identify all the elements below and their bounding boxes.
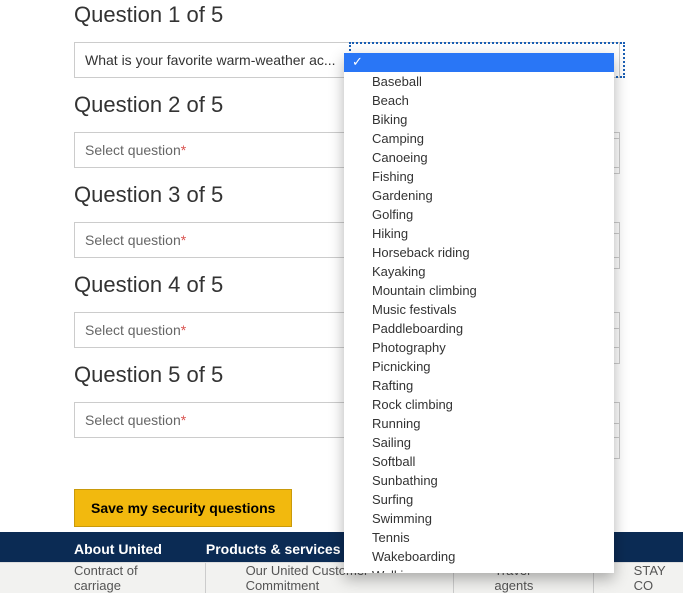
dropdown-option[interactable]: Fishing <box>344 167 614 186</box>
dropdown-option[interactable]: Kayaking <box>344 262 614 281</box>
dropdown-option[interactable]: Music festivals <box>344 300 614 319</box>
dropdown-option[interactable]: Paddleboarding <box>344 319 614 338</box>
dropdown-option[interactable]: Running <box>344 414 614 433</box>
dropdown-option[interactable]: Sunbathing <box>344 471 614 490</box>
dropdown-option[interactable]: Biking <box>344 110 614 129</box>
dropdown-option[interactable]: Horseback riding <box>344 243 614 262</box>
answer-dropdown[interactable]: BaseballBeachBikingCampingCanoeingFishin… <box>344 53 614 573</box>
dropdown-option[interactable]: Golfing <box>344 205 614 224</box>
question-select-text: Select question <box>85 142 181 158</box>
dropdown-option[interactable]: Rafting <box>344 376 614 395</box>
dropdown-option[interactable]: Tennis <box>344 528 614 547</box>
dropdown-option[interactable]: Mountain climbing <box>344 281 614 300</box>
question-title: Question 1 of 5 <box>74 2 620 28</box>
dropdown-option[interactable]: Rock climbing <box>344 395 614 414</box>
dropdown-option[interactable]: Picnicking <box>344 357 614 376</box>
dropdown-option[interactable]: Baseball <box>344 72 614 91</box>
dropdown-option[interactable] <box>344 53 614 72</box>
question-select-text: Select question <box>85 322 181 338</box>
question-select-text: Select question <box>85 232 181 248</box>
footer-nav-item[interactable]: About United <box>74 541 162 557</box>
question-select-text: What is your favorite warm-weather ac... <box>85 52 336 68</box>
dropdown-option[interactable]: Canoeing <box>344 148 614 167</box>
dropdown-option[interactable]: Wakeboarding <box>344 547 614 566</box>
required-marker: * <box>181 322 186 338</box>
footer-nav-item[interactable]: Products & services <box>206 541 341 557</box>
dropdown-option[interactable]: Beach <box>344 91 614 110</box>
question-select-text: Select question <box>85 412 181 428</box>
dropdown-option[interactable]: Softball <box>344 452 614 471</box>
required-marker: * <box>181 232 186 248</box>
dropdown-option[interactable]: Surfing <box>344 490 614 509</box>
required-marker: * <box>181 412 186 428</box>
dropdown-option[interactable]: Swimming <box>344 509 614 528</box>
dropdown-option[interactable]: Gardening <box>344 186 614 205</box>
dropdown-option[interactable]: Hiking <box>344 224 614 243</box>
save-button[interactable]: Save my security questions <box>74 489 292 527</box>
footer-sub-item[interactable]: Contract of carriage <box>74 563 206 593</box>
dropdown-option[interactable]: Walking <box>344 566 614 573</box>
footer-sub-item[interactable]: STAY CO <box>634 563 683 593</box>
required-marker: * <box>181 142 186 158</box>
dropdown-option[interactable]: Camping <box>344 129 614 148</box>
dropdown-option[interactable]: Sailing <box>344 433 614 452</box>
dropdown-option[interactable]: Photography <box>344 338 614 357</box>
